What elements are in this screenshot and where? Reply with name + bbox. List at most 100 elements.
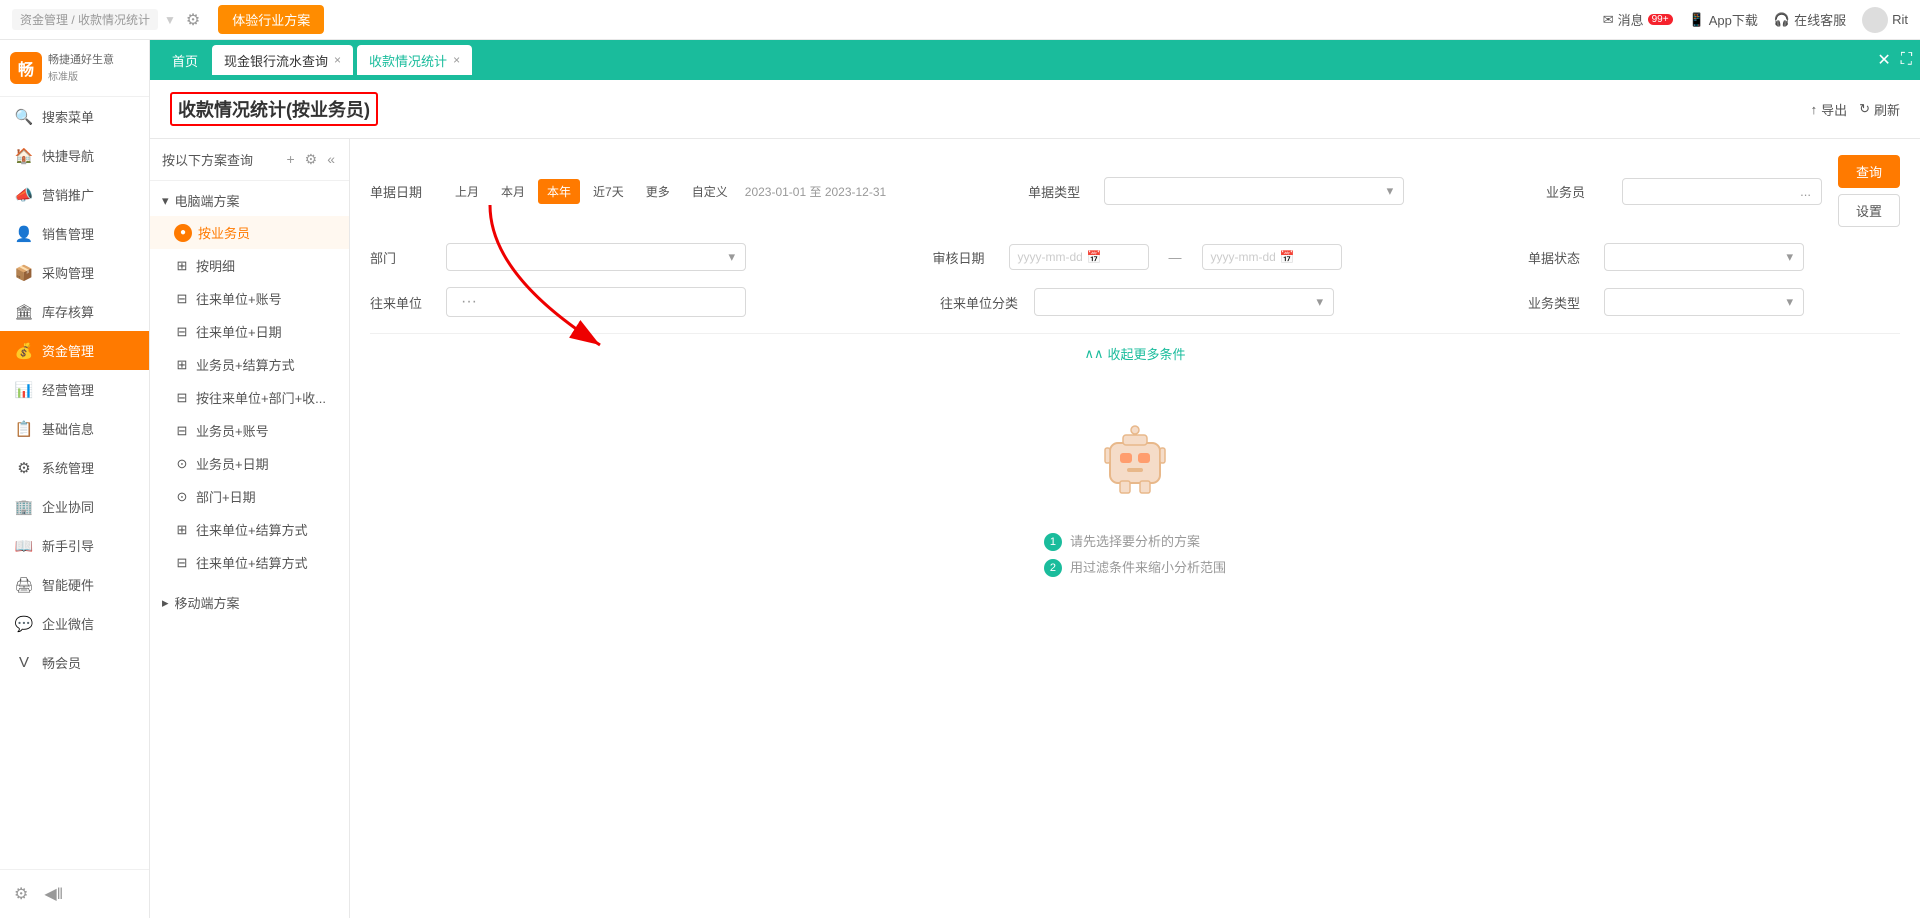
empty-tip-1: 1 请先选择要分析的方案 bbox=[1044, 529, 1226, 555]
dept-label: 部门 bbox=[370, 248, 430, 267]
refresh-btn[interactable]: ↻ 刷新 bbox=[1859, 100, 1900, 119]
tab-receipt-close[interactable]: × bbox=[453, 54, 460, 66]
message-badge: 99+ bbox=[1648, 14, 1673, 25]
app-download-label: App下载 bbox=[1709, 10, 1758, 29]
scheme-item-by-detail[interactable]: ⊞ 按明细 bbox=[150, 249, 349, 282]
sidebar-bottom: ⚙ ◀‖ bbox=[0, 869, 149, 918]
chevron-down-icon: ▾ bbox=[1786, 294, 1793, 310]
sidebar-item-member[interactable]: V 畅会员 bbox=[0, 643, 149, 682]
settings-icon[interactable]: ⚙ bbox=[182, 6, 204, 34]
empty-tip-1-text: 请先选择要分析的方案 bbox=[1070, 529, 1200, 555]
partner-select[interactable]: ··· bbox=[446, 287, 746, 317]
tab-bank-flow[interactable]: 现金银行流水查询 × bbox=[212, 45, 353, 75]
scheme-item-unit-settle1[interactable]: ⊞ 往来单位+结算方式 bbox=[150, 513, 349, 546]
sidebar-item-enterprise[interactable]: 🏢 企业协同 bbox=[0, 487, 149, 526]
sidebar-item-sales[interactable]: 👤 销售管理 bbox=[0, 214, 149, 253]
sidebar-logo: 畅 畅捷通好生意 标准版 bbox=[0, 40, 149, 97]
scheme-item-label: 按往来单位+部门+收... bbox=[196, 388, 326, 407]
date-tab-custom[interactable]: 自定义 bbox=[683, 179, 737, 204]
sidebar-item-base-info[interactable]: 📋 基础信息 bbox=[0, 409, 149, 448]
sidebar-item-search[interactable]: 🔍 搜索菜单 bbox=[0, 97, 149, 136]
content-wrapper: 按以下方案查询 + ⚙ « ▾ 电脑端方案 ● bbox=[150, 139, 1920, 918]
tab-close-window-btn[interactable]: ✕ bbox=[1877, 50, 1890, 70]
scheme-item-salesperson-date[interactable]: ⊙ 业务员+日期 bbox=[150, 447, 349, 480]
sidebar-item-label: 快捷导航 bbox=[42, 146, 94, 165]
scheme-item-by-salesperson[interactable]: ● 按业务员 bbox=[150, 216, 349, 249]
online-service-tool[interactable]: 🎧 在线客服 bbox=[1774, 10, 1846, 29]
date-tab-this-year[interactable]: 本年 bbox=[538, 179, 580, 204]
scheme-item-unit-date[interactable]: ⊟ 往来单位+日期 bbox=[150, 315, 349, 348]
biz-type-select[interactable]: ▾ bbox=[1604, 288, 1804, 316]
app-download-tool[interactable]: 📱 App下载 bbox=[1689, 10, 1758, 29]
scheme-header-icons: + ⚙ « bbox=[284, 149, 337, 170]
sidebar: 畅 畅捷通好生意 标准版 🔍 搜索菜单 🏠 快捷导航 📣 营销推广 👤 销售管理 bbox=[0, 40, 150, 918]
salesperson-select[interactable]: ... bbox=[1622, 178, 1822, 205]
partner-type-select[interactable]: ▾ bbox=[1034, 288, 1334, 316]
query-button[interactable]: 查询 bbox=[1838, 155, 1900, 188]
scheme-item-salesperson-account[interactable]: ⊟ 业务员+账号 bbox=[150, 414, 349, 447]
scheme-collapse-btn[interactable]: « bbox=[325, 149, 337, 170]
scheme-item-dept-date[interactable]: ⊙ 部门+日期 bbox=[150, 480, 349, 513]
active-indicator: ● bbox=[174, 224, 192, 242]
scheme-item-salesperson-settle[interactable]: ⊞ 业务员+结算方式 bbox=[150, 348, 349, 381]
scheme-section-mobile-title[interactable]: ▸ 移动端方案 bbox=[150, 587, 349, 618]
scheme-add-btn[interactable]: + bbox=[284, 149, 296, 170]
sidebar-item-label: 智能硬件 bbox=[42, 575, 94, 594]
voucher-status-select[interactable]: ▾ bbox=[1604, 243, 1804, 271]
sidebar-item-guide[interactable]: 📖 新手引导 bbox=[0, 526, 149, 565]
scheme-header-label: 按以下方案查询 bbox=[162, 150, 253, 169]
date-range-text: 2023-01-01 至 2023-12-31 bbox=[745, 183, 886, 200]
scheme-settings-btn[interactable]: ⚙ bbox=[303, 149, 320, 170]
sidebar-item-smart-hw[interactable]: 🖨 智能硬件 bbox=[0, 565, 149, 604]
filter-row-dept: 部门 ▾ 审核日期 yyyy-mm-dd 📅 — y bbox=[370, 243, 1900, 271]
date-tab-7days[interactable]: 近7天 bbox=[584, 179, 633, 204]
voucher-status-label: 单据状态 bbox=[1528, 248, 1588, 267]
tab-maximize-btn[interactable]: ⛶ bbox=[1901, 51, 1912, 69]
scheme-item-label: 部门+日期 bbox=[196, 487, 256, 506]
collapse-more-conditions-btn[interactable]: ∧∧ 收起更多条件 bbox=[370, 333, 1900, 373]
sidebar-item-label: 库存核算 bbox=[42, 302, 94, 321]
bottom-settings-btn[interactable]: ⚙ bbox=[10, 880, 32, 908]
review-date-start[interactable]: yyyy-mm-dd 📅 bbox=[1009, 244, 1149, 270]
logo-icon: 畅 bbox=[10, 52, 42, 84]
sidebar-item-wechat[interactable]: 💬 企业微信 bbox=[0, 604, 149, 643]
date-tab-last-month[interactable]: 上月 bbox=[446, 179, 488, 204]
scheme-item-unit-account[interactable]: ⊟ 往来单位+账号 bbox=[150, 282, 349, 315]
settings-button[interactable]: 设置 bbox=[1838, 194, 1900, 227]
tab-bar-right: ✕ ⛶ bbox=[1877, 50, 1912, 70]
message-tool[interactable]: ✉ 消息 99+ bbox=[1603, 10, 1673, 29]
sidebar-item-quick-nav[interactable]: 🏠 快捷导航 bbox=[0, 136, 149, 175]
export-btn[interactable]: ↑ 导出 bbox=[1811, 100, 1848, 119]
breadcrumb-area: 资金管理 / 收款情况统计 ▼ ⚙ 体验行业方案 bbox=[12, 5, 1603, 34]
scheme-section-desktop-title[interactable]: ▾ 电脑端方案 bbox=[150, 185, 349, 216]
user-avatar-tool[interactable]: Rit bbox=[1862, 7, 1908, 33]
sidebar-item-label: 系统管理 bbox=[42, 458, 94, 477]
chevron-down-icon: ▾ bbox=[162, 193, 169, 209]
dept-select[interactable]: ▾ bbox=[446, 243, 746, 271]
tab-bank-flow-close[interactable]: × bbox=[334, 54, 341, 66]
sidebar-item-system[interactable]: ⚙ 系统管理 bbox=[0, 448, 149, 487]
sales-icon: 👤 bbox=[14, 225, 34, 243]
sidebar-item-marketing[interactable]: 📣 营销推广 bbox=[0, 175, 149, 214]
bottom-collapse-btn[interactable]: ◀‖ bbox=[40, 880, 67, 908]
scheme-item-unit-dept-recv[interactable]: ⊟ 按往来单位+部门+收... bbox=[150, 381, 349, 414]
dots-icon[interactable]: ··· bbox=[461, 293, 477, 311]
sidebar-item-finance[interactable]: 💰 资金管理 bbox=[0, 331, 149, 370]
date-tab-this-month[interactable]: 本月 bbox=[492, 179, 534, 204]
review-date-end[interactable]: yyyy-mm-dd 📅 bbox=[1202, 244, 1342, 270]
page-header-actions: ↑ 导出 ↻ 刷新 bbox=[1811, 100, 1900, 119]
tab-home[interactable]: 首页 bbox=[158, 40, 212, 80]
scheme-item-unit-settle2[interactable]: ⊟ 往来单位+结算方式 bbox=[150, 546, 349, 579]
sidebar-item-purchase[interactable]: 📦 采购管理 bbox=[0, 253, 149, 292]
marketing-icon: 📣 bbox=[14, 186, 34, 204]
trial-button[interactable]: 体验行业方案 bbox=[218, 5, 324, 34]
tab-receipt[interactable]: 收款情况统计 × bbox=[357, 45, 472, 75]
date-tab-more[interactable]: 更多 bbox=[637, 179, 679, 204]
sidebar-item-operation[interactable]: 📊 经营管理 bbox=[0, 370, 149, 409]
empty-state: 1 请先选择要分析的方案 2 用过滤条件来缩小分析范围 bbox=[370, 373, 1900, 621]
user-name: Rit bbox=[1892, 12, 1908, 27]
voucher-type-select[interactable]: ▾ bbox=[1104, 177, 1404, 205]
system-icon: ⚙ bbox=[14, 459, 34, 477]
main-content: 首页 现金银行流水查询 × 收款情况统计 × ✕ ⛶ 收款情况统计(按业务员) bbox=[150, 40, 1920, 918]
sidebar-item-inventory[interactable]: 🏛 库存核算 bbox=[0, 292, 149, 331]
